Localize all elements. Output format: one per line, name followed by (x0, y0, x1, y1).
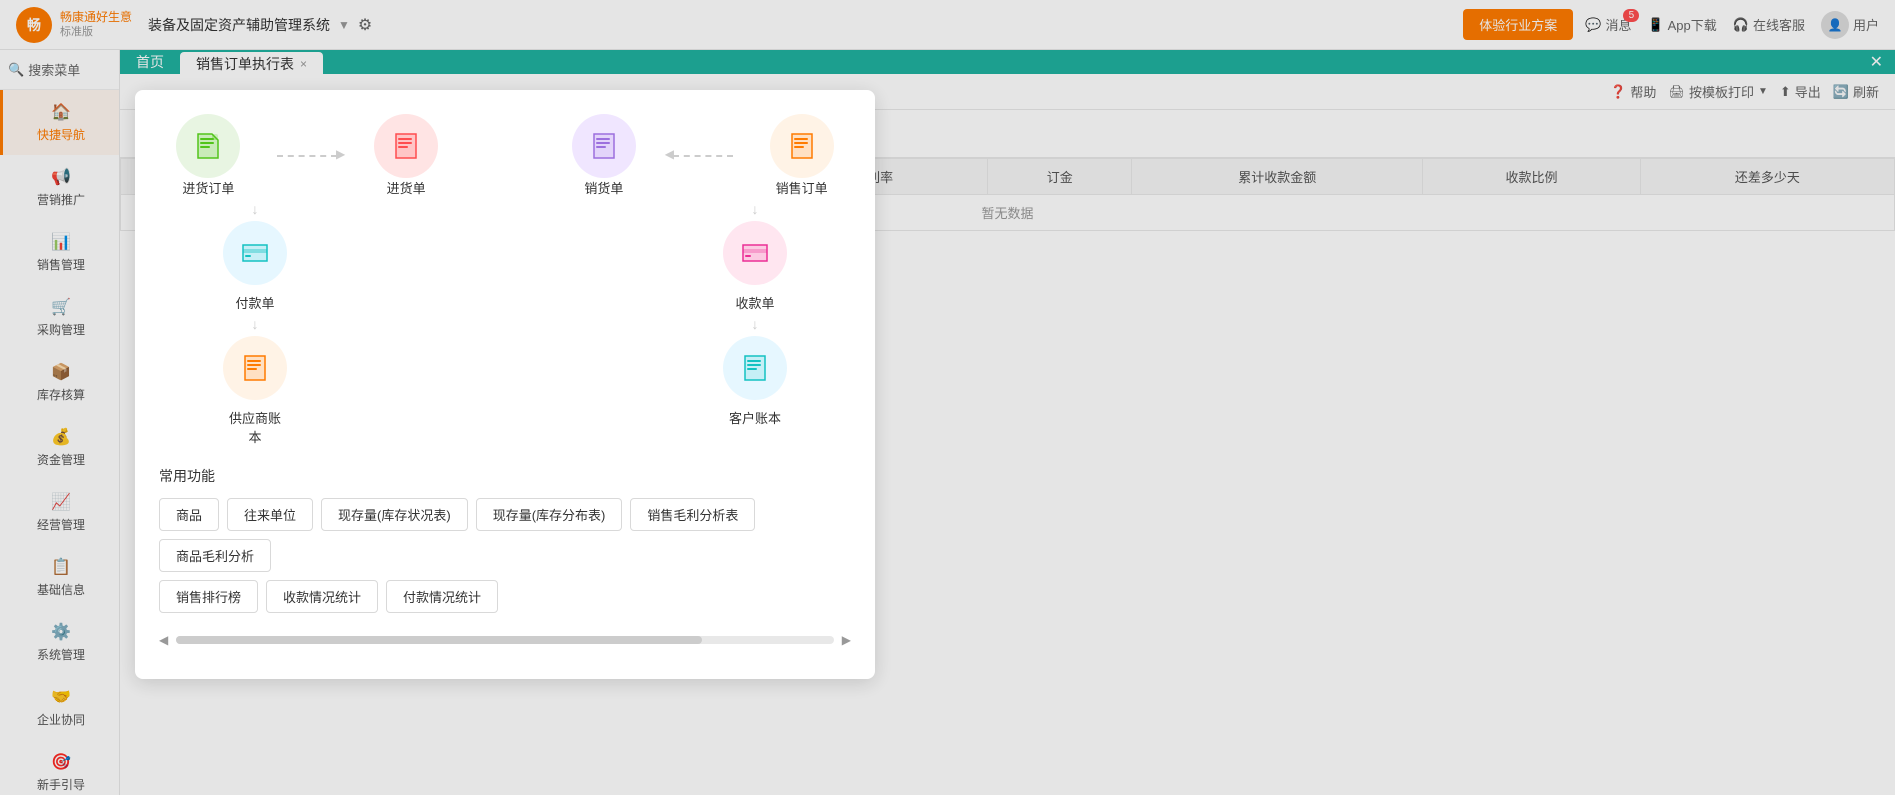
scrollbar-area: ◀ ▶ (159, 625, 851, 655)
common-btn-partner[interactable]: 往来单位 (227, 498, 313, 531)
common-buttons: 商品 往来单位 现存量(库存状况表) 现存量(库存分布表) 销售毛利分析表 商品… (159, 498, 851, 572)
common-buttons-row2: 销售排行榜 收款情况统计 付款情况统计 (159, 580, 851, 613)
scrollbar-track[interactable] (176, 636, 834, 644)
sale-label: 销货单 (584, 178, 623, 197)
sale-col: ↓ 收款单 ↓ 客户账本 (723, 197, 787, 427)
flow-item-sale-order[interactable]: 销售订单 (752, 114, 851, 197)
common-btn-payment-stat[interactable]: 付款情况统计 (386, 580, 498, 613)
receipt-label: 收款单 (735, 293, 774, 312)
scroll-left-icon[interactable]: ◀ (159, 633, 168, 647)
sale-circle (572, 114, 636, 178)
common-btn-sales-rank[interactable]: 销售排行榜 (159, 580, 258, 613)
common-section: 常用功能 商品 往来单位 现存量(库存状况表) 现存量(库存分布表) 销售毛利分… (159, 466, 851, 613)
scrollbar-thumb[interactable] (176, 636, 702, 644)
common-btn-sales-gross[interactable]: 销售毛利分析表 (630, 498, 755, 531)
arrow-sale-order-to-sale: ◀ (653, 146, 752, 166)
common-btn-stock-status[interactable]: 现存量(库存状况表) (321, 498, 468, 531)
down-arrow-payment: ↓ (252, 316, 259, 332)
common-btn-product-gross[interactable]: 商品毛利分析 (159, 539, 271, 572)
common-btn-product[interactable]: 商品 (159, 498, 219, 531)
purchase-order-circle (176, 114, 240, 178)
down-arrow-receipt: ↓ (752, 316, 759, 332)
purchase-circle (374, 114, 438, 178)
supplier-ledger-label: 供应商账本 (223, 408, 287, 446)
customer-ledger-label: 客户账本 (729, 408, 781, 427)
quick-nav-popup: 进货订单 ▶ 进货单 销货单 (135, 90, 875, 679)
overlay[interactable]: 进货订单 ▶ 进货单 销货单 (0, 0, 1895, 795)
sale-order-circle (770, 114, 834, 178)
arrow-purchase-order-to-purchase: ▶ (258, 146, 357, 166)
payment-circle[interactable] (223, 221, 287, 285)
scroll-right-icon[interactable]: ▶ (842, 633, 851, 647)
supplier-ledger-circle[interactable] (223, 336, 287, 400)
down-arrow-purchase: ↓ (252, 201, 259, 217)
common-btn-stock-distribution[interactable]: 现存量(库存分布表) (476, 498, 623, 531)
purchase-order-label: 进货订单 (182, 178, 234, 197)
customer-ledger-circle[interactable] (723, 336, 787, 400)
sale-order-label: 销售订单 (776, 178, 828, 197)
flow-item-purchase-order[interactable]: 进货订单 (159, 114, 258, 197)
down-arrow-sale: ↓ (752, 201, 759, 217)
payment-label: 付款单 (235, 293, 274, 312)
flow-item-sale[interactable]: 销货单 (554, 114, 653, 197)
purchase-label: 进货单 (387, 178, 426, 197)
purchase-col: ↓ 付款单 ↓ 供应商账本 (223, 197, 287, 446)
common-btn-receipt-stat[interactable]: 收款情况统计 (266, 580, 378, 613)
flow-item-purchase[interactable]: 进货单 (357, 114, 456, 197)
receipt-circle[interactable] (723, 221, 787, 285)
common-title: 常用功能 (159, 466, 851, 486)
